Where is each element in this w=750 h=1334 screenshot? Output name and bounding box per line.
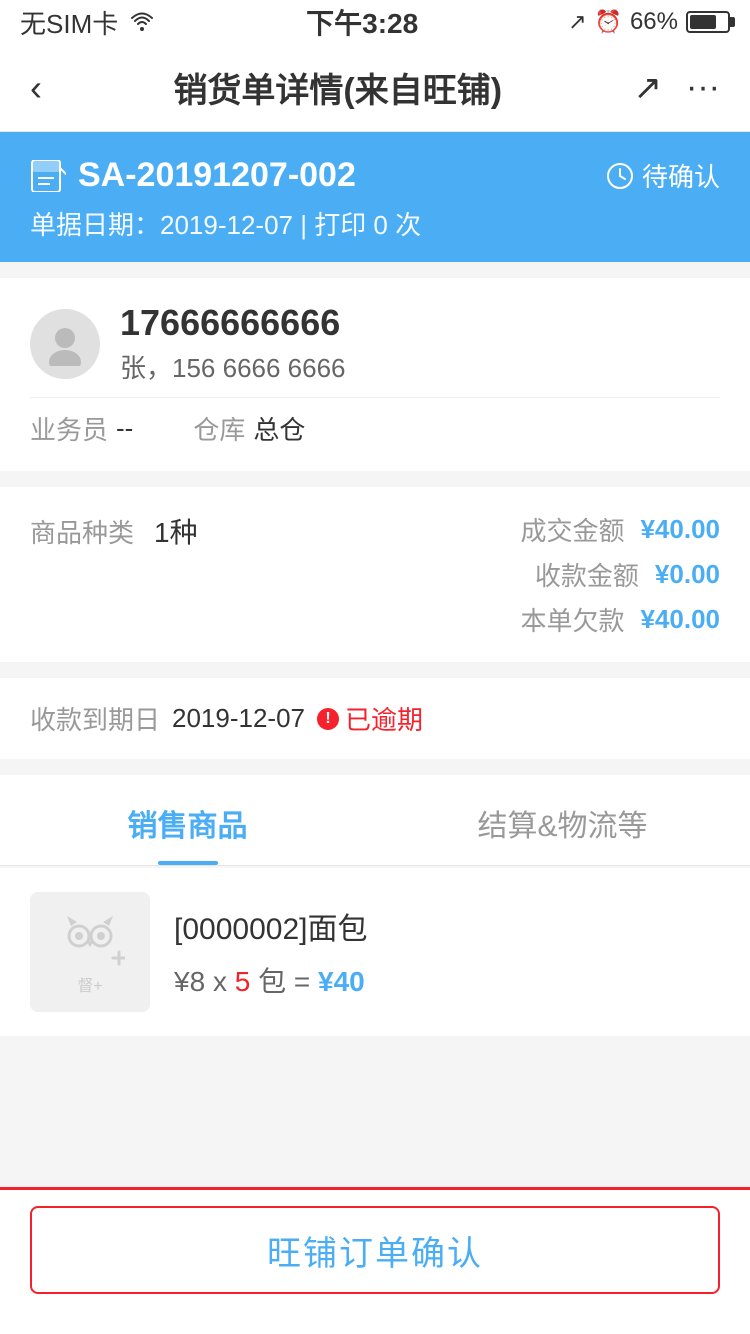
- product-unit: 包: [258, 966, 286, 997]
- types-label: 商品种类: [30, 513, 134, 550]
- received-value: ¥0.00: [655, 559, 720, 590]
- deal-value: ¥40.00: [640, 514, 720, 545]
- product-total: ¥40: [318, 966, 365, 997]
- customer-phone: 17666666666: [120, 302, 346, 344]
- clock-icon: [606, 162, 634, 190]
- received-row: 收款金额 ¥0.00: [535, 556, 720, 593]
- customer-details: 业务员 -- 仓库 总仓: [30, 397, 720, 447]
- status-bar: 无SIM卡 下午3:28 ↗ ⏰ 66%: [0, 0, 750, 44]
- share-button[interactable]: ↗: [634, 68, 663, 108]
- order-status-text: 待确认: [642, 157, 720, 194]
- tab-settlement[interactable]: 结算&物流等: [375, 775, 750, 865]
- overdue-dot-icon: !: [317, 708, 339, 730]
- warehouse-label: 仓库: [193, 410, 245, 447]
- location-icon: ↗: [568, 9, 586, 35]
- salesperson-value: --: [116, 413, 133, 444]
- wifi-icon: [128, 11, 156, 33]
- types-value: 1种: [154, 511, 198, 551]
- nav-bar: ‹ 销货单详情(来自旺铺) ↗ ···: [0, 44, 750, 132]
- warehouse-value: 总仓: [253, 410, 305, 447]
- status-bar-left: 无SIM卡: [20, 4, 156, 41]
- product-logo-icon: [55, 908, 125, 968]
- salesperson-item: 业务员 --: [30, 410, 133, 447]
- product-placeholder: 督+: [55, 908, 125, 996]
- due-date-value: 2019-12-07: [172, 703, 305, 734]
- carrier-text: 无SIM卡: [20, 4, 118, 41]
- tab-sales-label: 销售商品: [128, 810, 248, 843]
- customer-avatar: [30, 309, 100, 379]
- product-price-line: ¥8 x 5 包 = ¥40: [174, 960, 720, 1000]
- product-list: 督+ [0000002]面包 ¥8 x 5 包 = ¥40: [0, 868, 750, 1036]
- more-button[interactable]: ···: [686, 68, 720, 107]
- avatar-icon: [43, 322, 87, 366]
- customer-info: 17666666666 张，156 6666 6666: [120, 302, 346, 385]
- tab-sales-products[interactable]: 销售商品: [0, 775, 375, 865]
- product-equals: =: [294, 966, 318, 997]
- tab-underline: [158, 861, 218, 865]
- tab-settlement-label: 结算&物流等: [477, 810, 647, 843]
- salesperson-label: 业务员: [30, 410, 108, 447]
- owed-row: 本单欠款 ¥40.00: [520, 601, 720, 638]
- order-status: 待确认: [606, 157, 720, 194]
- summary-right: 成交金额 ¥40.00 收款金额 ¥0.00 本单欠款 ¥40.00: [375, 511, 720, 638]
- order-id: SA-20191207-002: [30, 156, 356, 195]
- overdue-badge: ! 已逾期: [317, 700, 423, 737]
- product-item: 督+ [0000002]面包 ¥8 x 5 包 = ¥40: [0, 868, 750, 1036]
- warehouse-item: 仓库 总仓: [193, 410, 305, 447]
- customer-top: 17666666666 张，156 6666 6666: [30, 302, 720, 385]
- page-title: 销货单详情(来自旺铺): [173, 63, 502, 112]
- battery-icon: [686, 11, 730, 33]
- received-label: 收款金额: [535, 556, 639, 593]
- status-bar-time: 下午3:28: [306, 2, 418, 42]
- order-icon: [30, 160, 66, 192]
- order-date: 单据日期：2019-12-07 | 打印 0 次: [30, 205, 720, 242]
- customer-card: 17666666666 张，156 6666 6666 业务员 -- 仓库 总仓: [0, 278, 750, 471]
- order-header-top: SA-20191207-002 待确认: [30, 156, 720, 195]
- confirm-button[interactable]: 旺铺订单确认: [30, 1206, 720, 1294]
- owed-value: ¥40.00: [640, 604, 720, 635]
- product-image: 督+: [30, 892, 150, 1012]
- back-button[interactable]: ‹: [30, 67, 42, 109]
- product-unit-price: ¥8: [174, 966, 205, 997]
- bottom-bar: 旺铺订单确认: [0, 1187, 750, 1334]
- status-bar-right: ↗ ⏰ 66%: [568, 8, 730, 36]
- battery-percent: 66%: [630, 8, 678, 36]
- deal-row: 成交金额 ¥40.00: [520, 511, 720, 548]
- nav-actions: ↗ ···: [634, 68, 720, 108]
- owed-label: 本单欠款: [520, 601, 624, 638]
- customer-sub-info: 张，156 6666 6666: [120, 348, 346, 385]
- overdue-text: 已逾期: [345, 700, 423, 737]
- product-quantity: 5: [235, 966, 251, 997]
- alarm-icon: ⏰: [595, 9, 622, 35]
- product-name: [0000002]面包: [174, 904, 720, 948]
- summary-left: 商品种类 1种: [30, 511, 375, 551]
- summary-card: 商品种类 1种 成交金额 ¥40.00 收款金额 ¥0.00 本单欠款 ¥40.…: [0, 487, 750, 662]
- due-label: 收款到期日: [30, 700, 160, 737]
- tabs-container: 销售商品 结算&物流等: [0, 775, 750, 866]
- deal-label: 成交金额: [520, 511, 624, 548]
- order-id-text: SA-20191207-002: [78, 156, 356, 195]
- order-header: SA-20191207-002 待确认 单据日期：2019-12-07 | 打印…: [0, 132, 750, 262]
- product-info: [0000002]面包 ¥8 x 5 包 = ¥40: [174, 904, 720, 1000]
- product-multiply: x: [213, 966, 235, 997]
- due-date-card: 收款到期日 2019-12-07 ! 已逾期: [0, 678, 750, 759]
- product-image-text: 督+: [77, 972, 102, 996]
